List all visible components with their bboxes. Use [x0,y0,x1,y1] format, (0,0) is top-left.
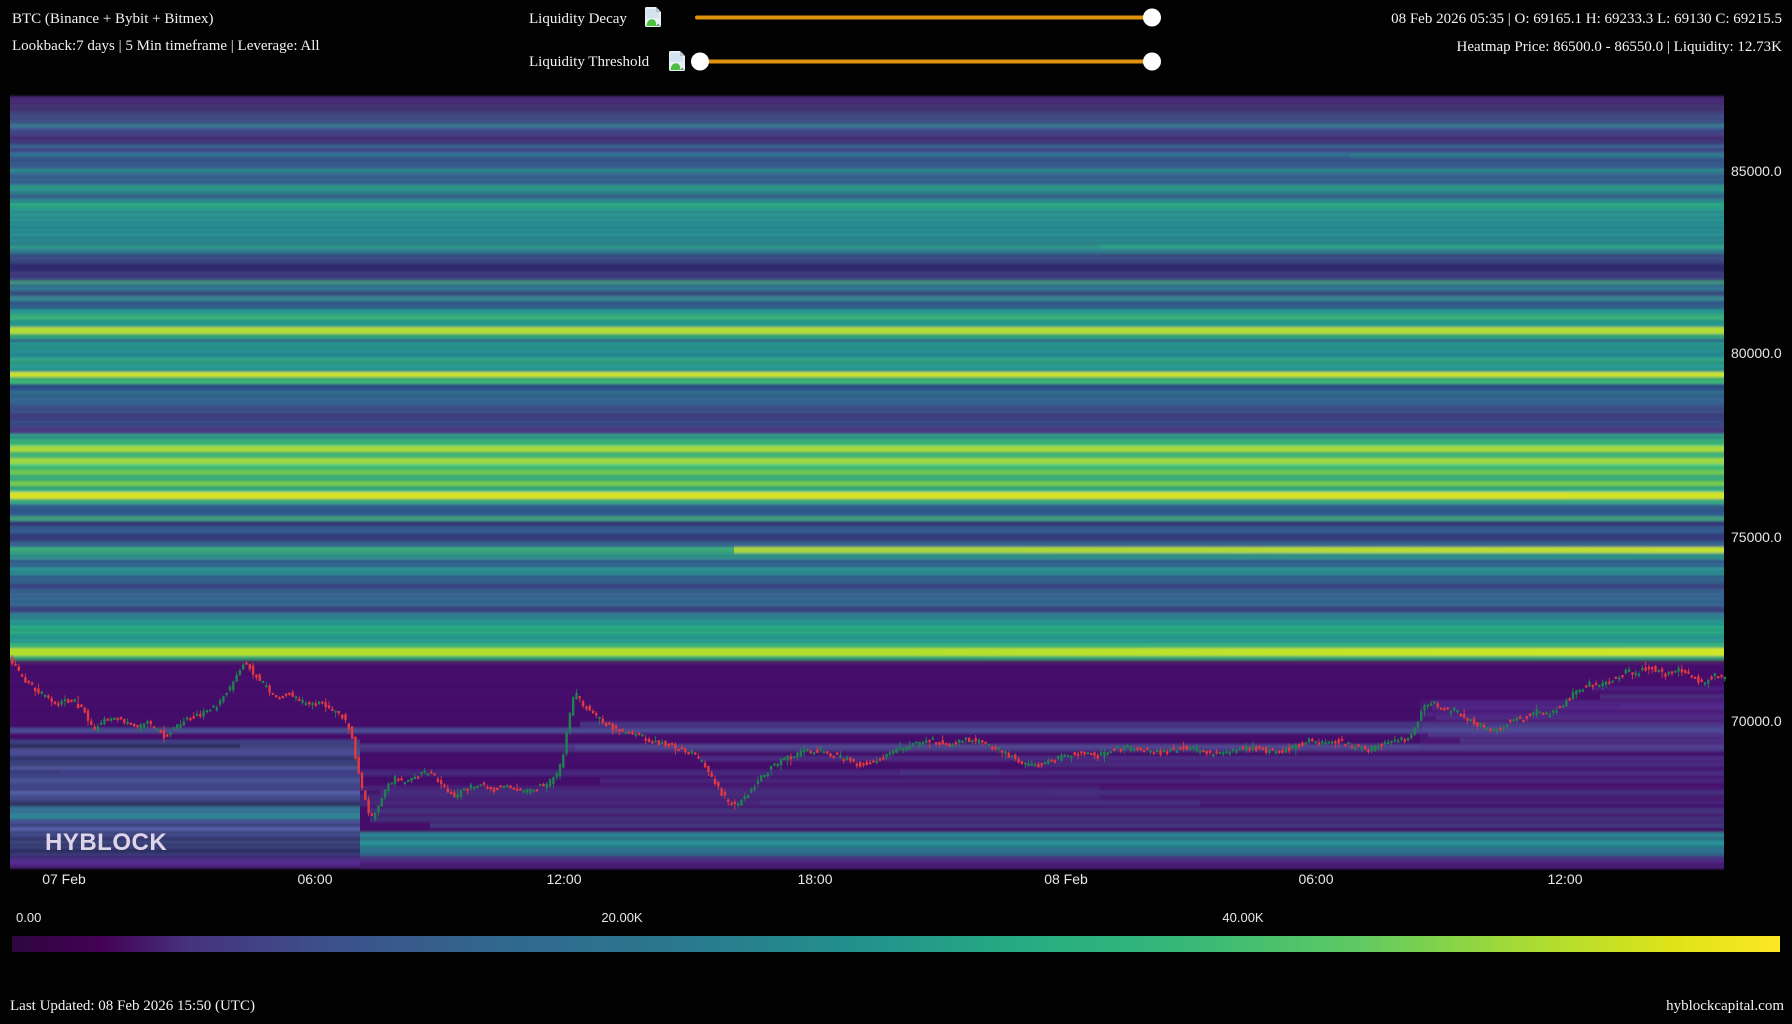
svg-text:75000.0: 75000.0 [1731,529,1782,545]
svg-text:80000.0: 80000.0 [1731,345,1782,361]
svg-text:HYBLOCK: HYBLOCK [45,829,167,856]
svg-text:70000.0: 70000.0 [1731,713,1782,729]
svg-text:Lookback:7 days | 5 Min timefr: Lookback:7 days | 5 Min timeframe | Leve… [12,38,320,54]
svg-text:08 Feb 2026 05:35 | O: 69165.1: 08 Feb 2026 05:35 | O: 69165.1 H: 69233.… [1391,11,1782,27]
svg-text:06:00: 06:00 [297,871,332,887]
svg-text:12:00: 12:00 [546,871,581,887]
svg-text:08 Feb: 08 Feb [1044,871,1088,887]
svg-text:hyblockcapital.com: hyblockcapital.com [1666,998,1784,1014]
svg-text:0.00: 0.00 [16,910,41,925]
svg-text:BTC (Binance + Bybit + Bitmex): BTC (Binance + Bybit + Bitmex) [12,11,213,27]
svg-text:12:00: 12:00 [1547,871,1582,887]
svg-text:Last Updated: 08 Feb 2026 15:5: Last Updated: 08 Feb 2026 15:50 (UTC) [10,998,255,1014]
svg-text:20.00K: 20.00K [601,910,643,925]
svg-text:Heatmap Price: 86500.0 - 86550: Heatmap Price: 86500.0 - 86550.0 | Liqui… [1457,39,1783,55]
svg-text:Liquidity Threshold: Liquidity Threshold [529,54,650,70]
svg-text:Liquidity Decay: Liquidity Decay [529,11,627,27]
svg-text:40.00K: 40.00K [1222,910,1264,925]
svg-text:85000.0: 85000.0 [1731,163,1782,179]
svg-text:06:00: 06:00 [1298,871,1333,887]
svg-text:18:00: 18:00 [797,871,832,887]
svg-text:07 Feb: 07 Feb [42,871,86,887]
